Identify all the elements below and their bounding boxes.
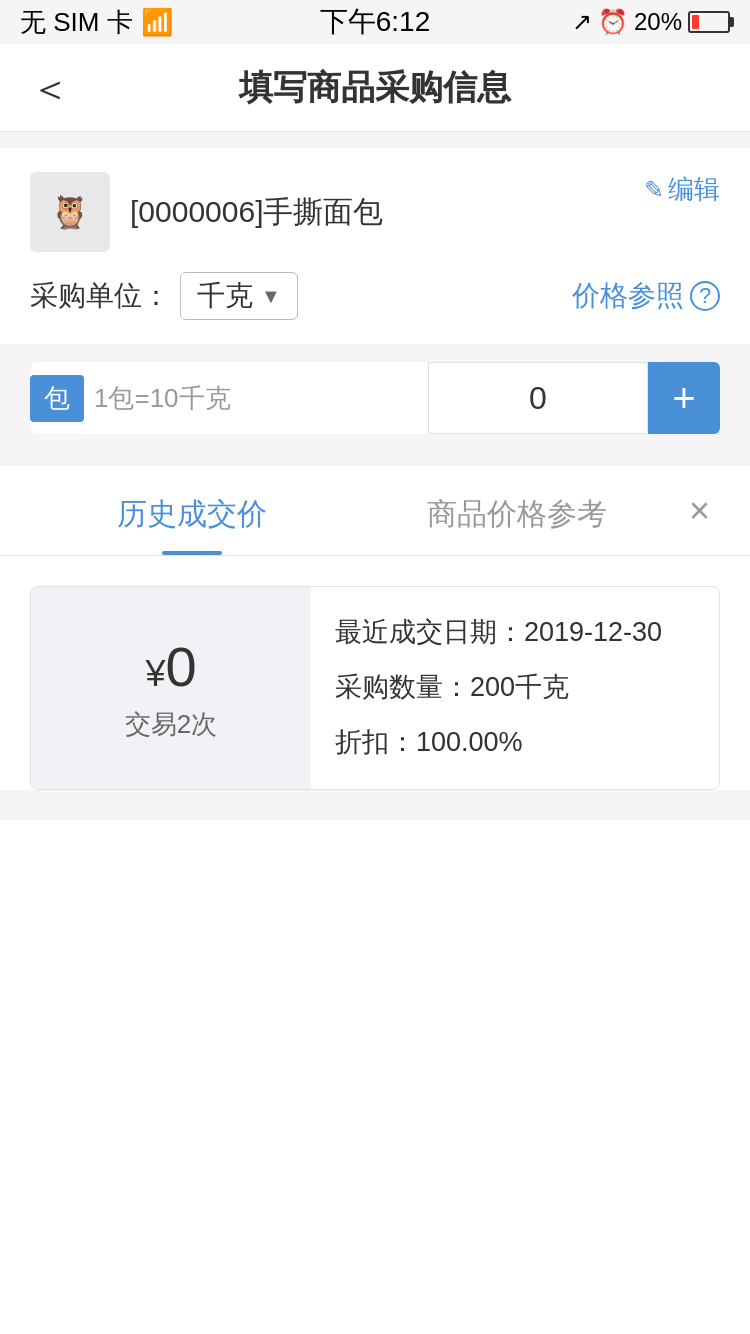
quantity-row: 包 1包=10千克 + <box>30 362 720 434</box>
page-title: 填写商品采购信息 <box>239 65 511 111</box>
currency-symbol: ¥ <box>145 653 165 695</box>
status-right: ↗ ⏰ 20% <box>572 8 730 36</box>
date-label: 最近成交日期： <box>335 617 524 647</box>
price-amount: 0 <box>165 634 196 699</box>
quantity-input[interactable] <box>428 362 648 434</box>
header: ＜ 填写商品采购信息 <box>0 44 750 132</box>
unit-conversion: 1包=10千克 <box>94 381 231 416</box>
product-thumbnail: 🦉 <box>30 172 110 252</box>
product-name: [0000006]手撕面包 <box>130 192 383 233</box>
qty-label: 采购数量： <box>335 672 470 702</box>
qty-value: 200千克 <box>470 672 569 702</box>
tab-product-label: 商品价格参考 <box>427 497 607 530</box>
product-card: 🦉 [0000006]手撕面包 ✎ 编辑 采购单位： 千克 ▼ 价格参照 ? <box>0 148 750 344</box>
transaction-date-row: 最近成交日期：2019-12-30 <box>335 611 695 654</box>
quantity-unit-info: 包 1包=10千克 <box>30 375 231 422</box>
date-value: 2019-12-30 <box>524 617 662 647</box>
price-card: ¥ 0 交易2次 最近成交日期：2019-12-30 采购数量：200千克 折扣… <box>30 586 720 790</box>
unit-dropdown-arrow: ▼ <box>261 285 281 308</box>
unit-selector[interactable]: 千克 ▼ <box>180 272 298 320</box>
unit-value: 千克 <box>197 277 253 315</box>
discount-value: 100.00% <box>416 727 523 757</box>
plus-icon: + <box>672 376 695 421</box>
discount-label: 折扣： <box>335 727 416 757</box>
battery-pct: 20% <box>634 8 682 36</box>
transaction-count: 交易2次 <box>125 707 217 742</box>
tab-close-button[interactable]: × <box>679 480 720 542</box>
edit-icon: ✎ <box>644 176 664 204</box>
quantity-section: 包 1包=10千克 + <box>0 346 750 450</box>
battery-icon <box>688 11 730 33</box>
unit-prefix-label: 采购单位： <box>30 277 170 315</box>
status-time: 下午6:12 <box>320 3 431 41</box>
edit-label: 编辑 <box>668 172 720 207</box>
quantity-controls: + <box>428 362 720 434</box>
status-left: 无 SIM 卡 📶 <box>20 5 173 40</box>
page-fill <box>0 820 750 1334</box>
quantity-plus-button[interactable]: + <box>648 362 720 434</box>
price-summary-panel: ¥ 0 交易2次 <box>31 587 311 789</box>
edit-button[interactable]: ✎ 编辑 <box>644 172 720 207</box>
back-button[interactable]: ＜ <box>30 68 70 108</box>
tab-history-price[interactable]: 历史成交价 <box>30 466 354 555</box>
location-icon: ↗ <box>572 8 592 36</box>
wifi-icon: 📶 <box>141 7 173 38</box>
carrier-label: 无 SIM 卡 <box>20 5 133 40</box>
price-display: ¥ 0 <box>145 634 196 699</box>
tab-product-price-ref[interactable]: 商品价格参考 <box>354 466 678 555</box>
unit-row: 采购单位： 千克 ▼ 价格参照 ? <box>30 272 720 320</box>
tab-history-label: 历史成交价 <box>117 497 267 530</box>
purchase-qty-row: 采购数量：200千克 <box>335 666 695 709</box>
alarm-icon: ⏰ <box>598 8 628 36</box>
price-ref-button[interactable]: 价格参照 ? <box>572 277 720 315</box>
product-icon: 🦉 <box>50 193 90 231</box>
tab-panel: 历史成交价 商品价格参考 × ¥ 0 交易2次 最近成交日期：2019-12-3… <box>0 466 750 790</box>
status-bar: 无 SIM 卡 📶 下午6:12 ↗ ⏰ 20% <box>0 0 750 44</box>
price-ref-label: 价格参照 <box>572 277 684 315</box>
price-ref-icon: ? <box>690 281 720 311</box>
tab-header: 历史成交价 商品价格参考 × <box>0 466 750 556</box>
unit-badge: 包 <box>30 375 84 422</box>
product-info: 🦉 [0000006]手撕面包 <box>30 172 383 252</box>
price-details-panel: 最近成交日期：2019-12-30 采购数量：200千克 折扣：100.00% <box>311 587 719 789</box>
discount-row: 折扣：100.00% <box>335 721 695 764</box>
